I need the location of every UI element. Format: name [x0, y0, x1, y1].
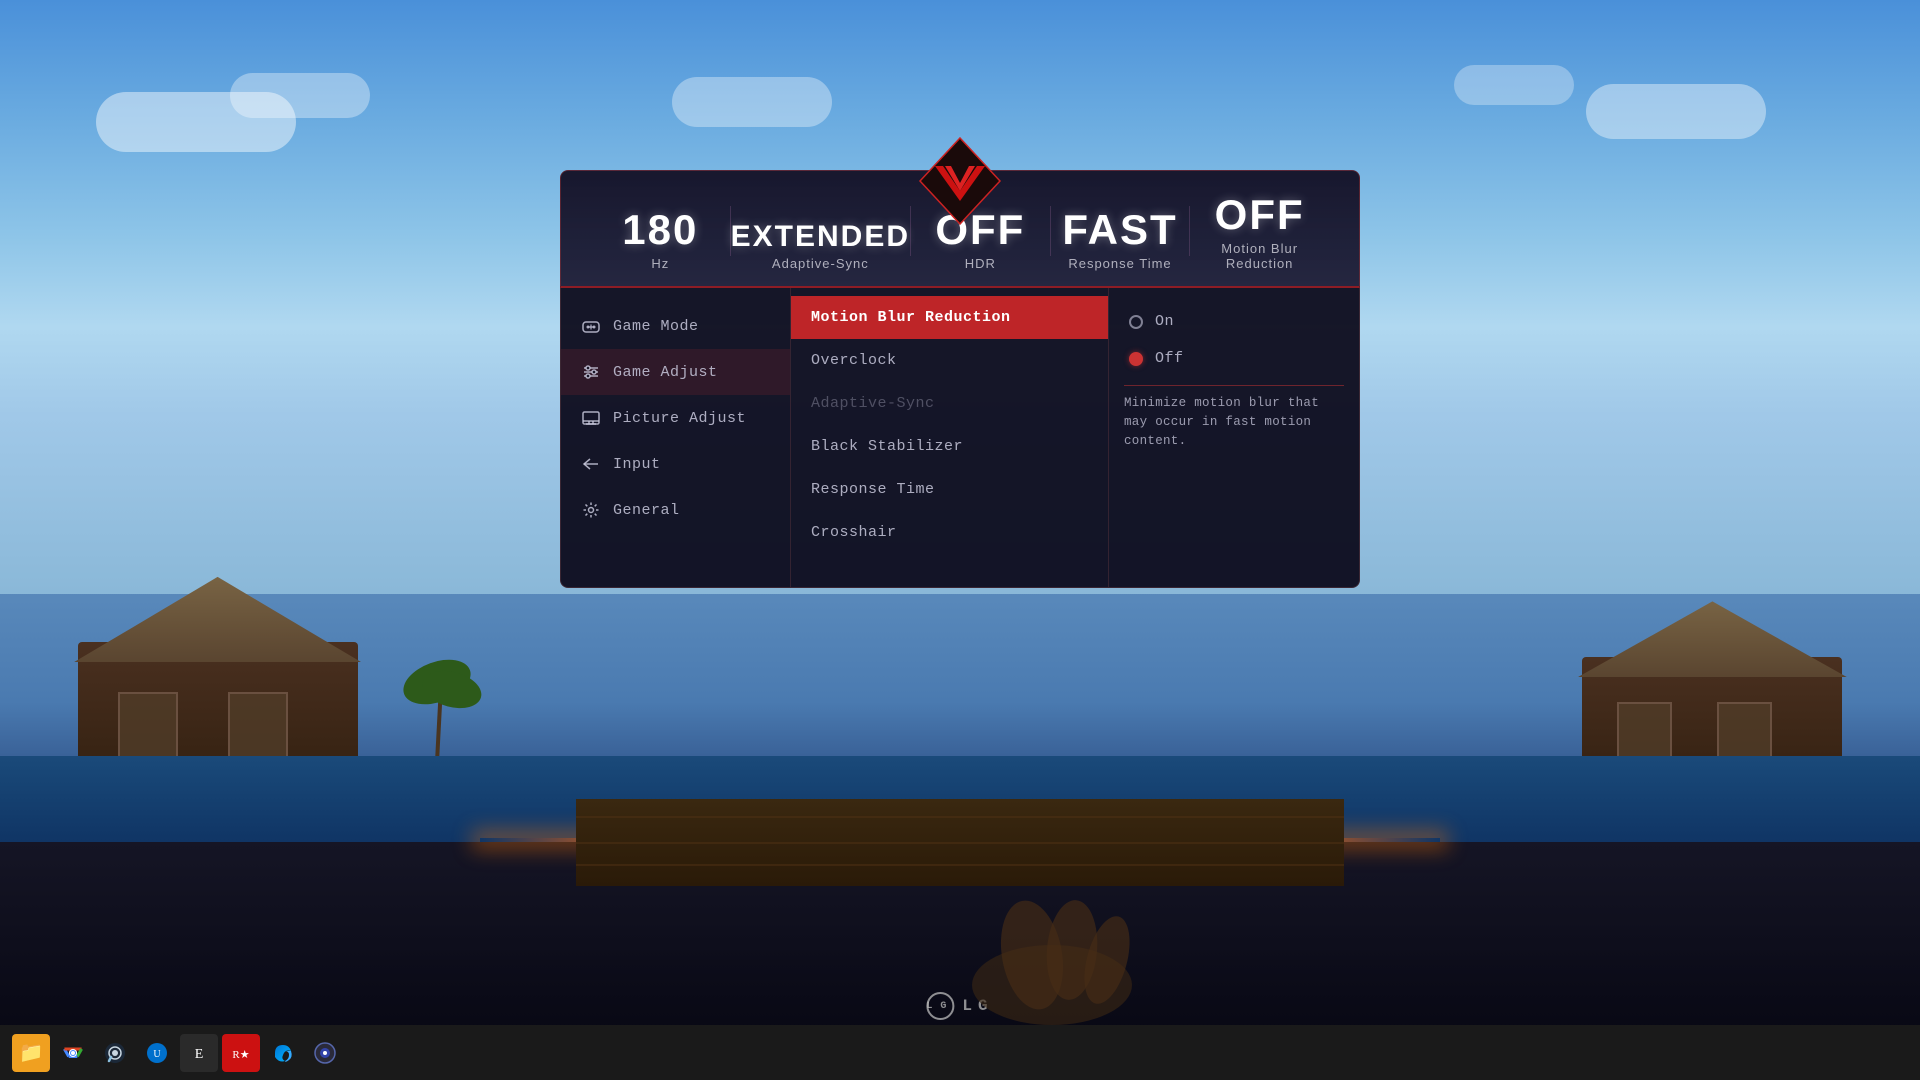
submenu-crosshair[interactable]: Crosshair — [791, 511, 1108, 554]
submenu-black-stabilizer[interactable]: Black Stabilizer — [791, 425, 1108, 468]
crosshair-label: Crosshair — [811, 524, 897, 541]
taskbar-file-explorer[interactable]: 📁 — [12, 1034, 50, 1072]
taskbar-ubisoft[interactable]: U — [138, 1034, 176, 1072]
motion-blur-label: Motion BlurReduction — [1190, 241, 1329, 271]
main-menu-panel: Game Mode Game Adjust — [561, 288, 791, 587]
response-time-label: Response Time — [1051, 256, 1190, 271]
adaptive-sync-value: EXTENDED — [731, 220, 910, 254]
option-description: Minimize motion blur that may occur in f… — [1124, 394, 1344, 450]
taskbar: 📁 U E — [0, 1025, 1920, 1080]
menu-item-general[interactable]: General — [561, 487, 790, 533]
picture-adjust-icon — [581, 408, 601, 428]
overclock-label: Overclock — [811, 352, 897, 369]
game-adjust-icon — [581, 362, 601, 382]
svg-text:R★: R★ — [232, 1049, 249, 1061]
status-bar: 180 Hz EXTENDED Adaptive-Sync OFF HDR FA… — [560, 170, 1360, 288]
input-icon — [581, 454, 601, 474]
adaptive-sync-label: Adaptive-Sync — [731, 256, 910, 271]
hdr-label: HDR — [911, 256, 1050, 271]
options-panel: On Off Minimize motion blur that may occ… — [1109, 288, 1359, 587]
game-adjust-label: Game Adjust — [613, 364, 718, 381]
game-mode-label: Game Mode — [613, 318, 699, 335]
svg-text:U: U — [153, 1049, 161, 1060]
status-response-time: FAST Response Time — [1051, 206, 1190, 271]
option-on-label: On — [1155, 313, 1174, 330]
taskbar-steam[interactable] — [96, 1034, 134, 1072]
submenu-motion-blur-reduction[interactable]: Motion Blur Reduction — [791, 296, 1108, 339]
file-explorer-icon: 📁 — [19, 1040, 44, 1066]
submenu-adaptive-sync[interactable]: Adaptive-Sync — [791, 382, 1108, 425]
option-on[interactable]: On — [1124, 303, 1344, 340]
lg-ultragear-logo — [915, 136, 1005, 226]
taskbar-chrome[interactable] — [54, 1034, 92, 1072]
response-time-menu-label: Response Time — [811, 481, 935, 498]
menu-item-picture-adjust[interactable]: Picture Adjust — [561, 395, 790, 441]
menu-item-input[interactable]: Input — [561, 441, 790, 487]
hand-silhouette — [952, 845, 1152, 1025]
response-time-value: FAST — [1051, 206, 1190, 254]
status-motion-blur: OFF Motion BlurReduction — [1190, 191, 1329, 271]
submenu-overclock[interactable]: Overclock — [791, 339, 1108, 382]
general-icon — [581, 500, 601, 520]
option-divider — [1124, 385, 1344, 386]
black-stabilizer-label: Black Stabilizer — [811, 438, 963, 455]
general-label: General — [613, 502, 680, 519]
picture-adjust-label: Picture Adjust — [613, 410, 746, 427]
taskbar-obs[interactable] — [306, 1034, 344, 1072]
menu-item-game-mode[interactable]: Game Mode — [561, 303, 790, 349]
osd-container: 180 Hz EXTENDED Adaptive-Sync OFF HDR FA… — [560, 170, 1360, 588]
radio-on[interactable] — [1129, 315, 1143, 329]
menu-item-game-adjust[interactable]: Game Adjust — [561, 349, 790, 395]
taskbar-rockstar[interactable]: R★ — [222, 1034, 260, 1072]
menu-panels: Game Mode Game Adjust — [560, 288, 1360, 588]
option-off[interactable]: Off — [1124, 340, 1344, 377]
motion-blur-value: OFF — [1190, 191, 1329, 239]
taskbar-edge[interactable] — [264, 1034, 302, 1072]
motion-blur-reduction-label: Motion Blur Reduction — [811, 309, 1011, 326]
status-adaptive-sync: EXTENDED Adaptive-Sync — [731, 220, 910, 271]
submenu-panel: Motion Blur Reduction Overclock Adaptive… — [791, 288, 1109, 587]
input-label: Input — [613, 456, 661, 473]
game-mode-icon — [581, 316, 601, 336]
adaptive-sync-menu-label: Adaptive-Sync — [811, 395, 935, 412]
status-hz: 180 Hz — [591, 206, 730, 271]
lg-circle-logo: LG — [926, 992, 954, 1020]
submenu-response-time[interactable]: Response Time — [791, 468, 1108, 511]
taskbar-epic-games[interactable]: E — [180, 1034, 218, 1072]
radio-off[interactable] — [1129, 352, 1143, 366]
hz-label: Hz — [591, 256, 730, 271]
option-off-label: Off — [1155, 350, 1184, 367]
svg-text:E: E — [195, 1047, 204, 1062]
hz-value: 180 — [591, 206, 730, 254]
